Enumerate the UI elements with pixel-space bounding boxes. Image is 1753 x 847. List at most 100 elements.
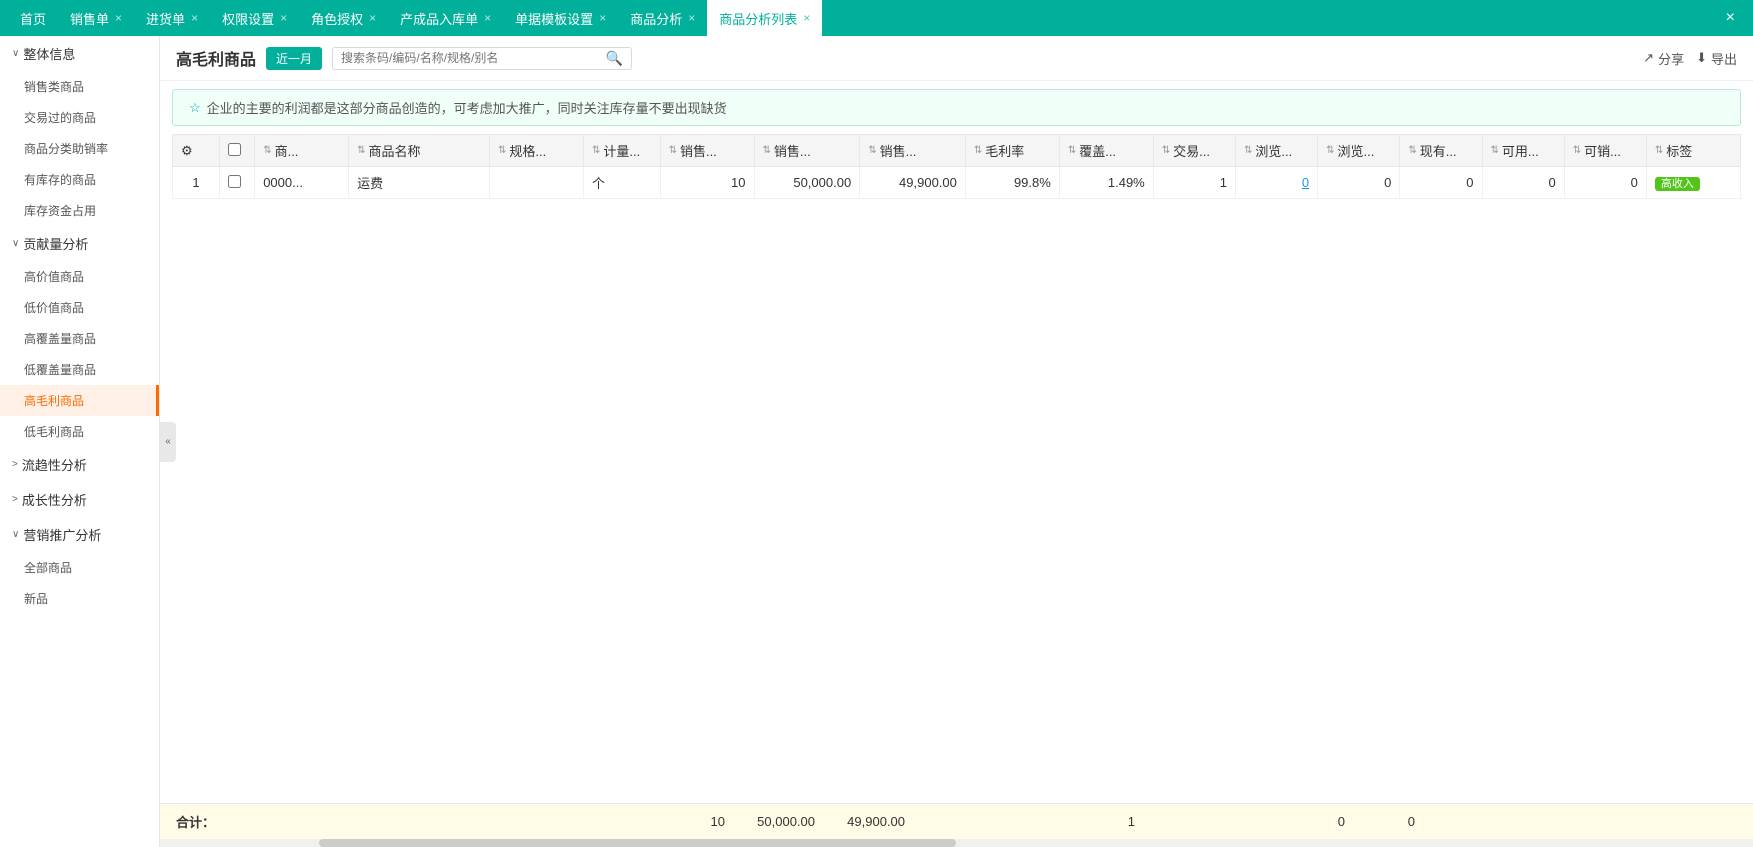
sort-icon: ⇅ [669, 145, 677, 156]
sidebar-group-营销推广分析[interactable]: ∨营销推广分析 [0, 517, 159, 552]
row-browse1[interactable]: 0 [1235, 167, 1317, 199]
nav-close-icon[interactable]: × [803, 11, 810, 25]
sidebar-group-流趋性分析[interactable]: >流趋性分析 [0, 447, 159, 482]
nav-close-icon[interactable]: × [688, 11, 695, 25]
table-header-6[interactable]: ⇅销售... [660, 135, 754, 167]
th-label: 规格... [509, 141, 546, 160]
export-button[interactable]: ⬇ 导出 [1696, 49, 1737, 68]
sidebar-group-整体信息[interactable]: ∨整体信息 [0, 36, 159, 71]
th-label: 浏览... [1338, 141, 1375, 160]
nav-close-icon[interactable]: × [484, 11, 491, 25]
row-select-checkbox[interactable] [228, 175, 241, 188]
table-header-12[interactable]: ⇅浏览... [1235, 135, 1317, 167]
row-saleable: 0 [1564, 167, 1646, 199]
sidebar-item-销售类商品[interactable]: 销售类商品 [0, 71, 159, 102]
nav-close-icon[interactable]: × [280, 11, 287, 25]
nav-close-icon[interactable]: × [599, 11, 606, 25]
table-header-0[interactable]: ⚙ [173, 135, 220, 167]
sidebar-item-低覆盖量商品[interactable]: 低覆盖量商品 [0, 354, 159, 385]
th-label: 交易... [1173, 141, 1210, 160]
th-label: 商... [275, 141, 299, 160]
sidebar-item-有库存的商品[interactable]: 有库存的商品 [0, 164, 159, 195]
nav-item-产成品入库单[interactable]: 产成品入库单× [388, 0, 503, 36]
group-label: 成长性分析 [22, 490, 87, 509]
sidebar-item-高覆盖量商品[interactable]: 高覆盖量商品 [0, 323, 159, 354]
row-available: 0 [1482, 167, 1564, 199]
nav-close-icon[interactable]: × [115, 11, 122, 25]
row-unit: 个 [583, 167, 660, 199]
th-label: 现有... [1420, 141, 1457, 160]
sort-icon: ⇅ [1244, 145, 1252, 156]
table-header-2[interactable]: ⇅商... [255, 135, 349, 167]
table-header-3[interactable]: ⇅商品名称 [349, 135, 490, 167]
filter-recent-month-button[interactable]: 近一月 [266, 47, 322, 70]
footer-col-5 [585, 814, 645, 829]
table-header-17[interactable]: ⇅标签 [1646, 135, 1740, 167]
table-header-13[interactable]: ⇅浏览... [1318, 135, 1400, 167]
sidebar-collapse-button[interactable]: « [160, 422, 176, 462]
search-input[interactable] [341, 51, 606, 65]
table-header-10[interactable]: ⇅覆盖... [1059, 135, 1153, 167]
data-table: ⚙⇅商...⇅商品名称⇅规格...⇅计量...⇅销售...⇅销售...⇅销售..… [172, 134, 1741, 199]
sidebar-group-贡献量分析[interactable]: ∨贡献量分析 [0, 226, 159, 261]
search-button[interactable]: 🔍 [606, 50, 623, 67]
sidebar-item-低毛利商品[interactable]: 低毛利商品 [0, 416, 159, 447]
table-header-11[interactable]: ⇅交易... [1153, 135, 1235, 167]
th-label: 销售... [774, 141, 811, 160]
footer-col-11: 1 [1065, 814, 1135, 829]
table-header-9[interactable]: ⇅毛利率 [965, 135, 1059, 167]
footer-col-6: 10 [645, 814, 725, 829]
row-sales2: 50,000.00 [754, 167, 860, 199]
footer-col-9 [905, 814, 985, 829]
table-header-15[interactable]: ⇅可用... [1482, 135, 1564, 167]
sidebar-item-商品分类助销率[interactable]: 商品分类助销率 [0, 133, 159, 164]
search-container: 🔍 [332, 47, 632, 70]
tip-icon: ☆ [189, 100, 201, 116]
share-button[interactable]: ↗ 分享 [1643, 49, 1684, 68]
nav-item-单据模板设置[interactable]: 单据模板设置× [503, 0, 618, 36]
table-header-16[interactable]: ⇅可销... [1564, 135, 1646, 167]
nav-item-商品分析[interactable]: 商品分析× [618, 0, 707, 36]
sidebar-group-成长性分析[interactable]: >成长性分析 [0, 482, 159, 517]
sidebar-item-高价值商品[interactable]: 高价值商品 [0, 261, 159, 292]
nav-item-角色授权[interactable]: 角色授权× [299, 0, 388, 36]
th-label: 计量... [603, 141, 640, 160]
nav-item-商品分析列表[interactable]: 商品分析列表× [707, 0, 822, 36]
row-name: 运费 [349, 167, 490, 199]
sidebar-item-低价值商品[interactable]: 低价值商品 [0, 292, 159, 323]
sort-icon: ⇅ [974, 145, 982, 156]
group-arrow-icon: > [12, 459, 18, 470]
row-sales3: 49,900.00 [860, 167, 966, 199]
sidebar-item-高毛利商品[interactable]: 高毛利商品 [0, 385, 159, 416]
table-header-7[interactable]: ⇅销售... [754, 135, 860, 167]
row-transactions: 1 [1153, 167, 1235, 199]
sidebar-item-全部商品[interactable]: 全部商品 [0, 552, 159, 583]
footer-col-7: 50,000.00 [725, 814, 815, 829]
close-window-button[interactable]: × [1716, 9, 1745, 27]
nav-item-首页[interactable]: 首页 [8, 0, 58, 36]
footer-col-13 [1205, 814, 1275, 829]
row-sales1: 10 [660, 167, 754, 199]
nav-item-销售单[interactable]: 销售单× [58, 0, 134, 36]
table-header-4[interactable]: ⇅规格... [490, 135, 584, 167]
footer-col-2 [305, 814, 385, 829]
sidebar-item-库存资金占用[interactable]: 库存资金占用 [0, 195, 159, 226]
select-all-checkbox[interactable] [228, 143, 241, 156]
nav-close-icon[interactable]: × [191, 11, 198, 25]
th-label: 标签 [1666, 141, 1692, 160]
table-header-8[interactable]: ⇅销售... [860, 135, 966, 167]
nav-item-进货单[interactable]: 进货单× [134, 0, 210, 36]
sidebar-item-交易过的商品[interactable]: 交易过的商品 [0, 102, 159, 133]
group-arrow-icon: ∨ [12, 238, 19, 249]
sidebar-item-新品[interactable]: 新品 [0, 583, 159, 614]
table-header-14[interactable]: ⇅现有... [1400, 135, 1482, 167]
nav-close-icon[interactable]: × [369, 11, 376, 25]
row-coverage: 1.49% [1059, 167, 1153, 199]
table-header-5[interactable]: ⇅计量... [583, 135, 660, 167]
nav-item-权限设置[interactable]: 权限设置× [210, 0, 299, 36]
footer-col-4 [505, 814, 585, 829]
sort-icon: ⇅ [1491, 145, 1499, 156]
table-header-1[interactable] [219, 135, 254, 167]
row-index: 1 [173, 167, 220, 199]
horizontal-scrollbar[interactable] [160, 839, 1753, 847]
